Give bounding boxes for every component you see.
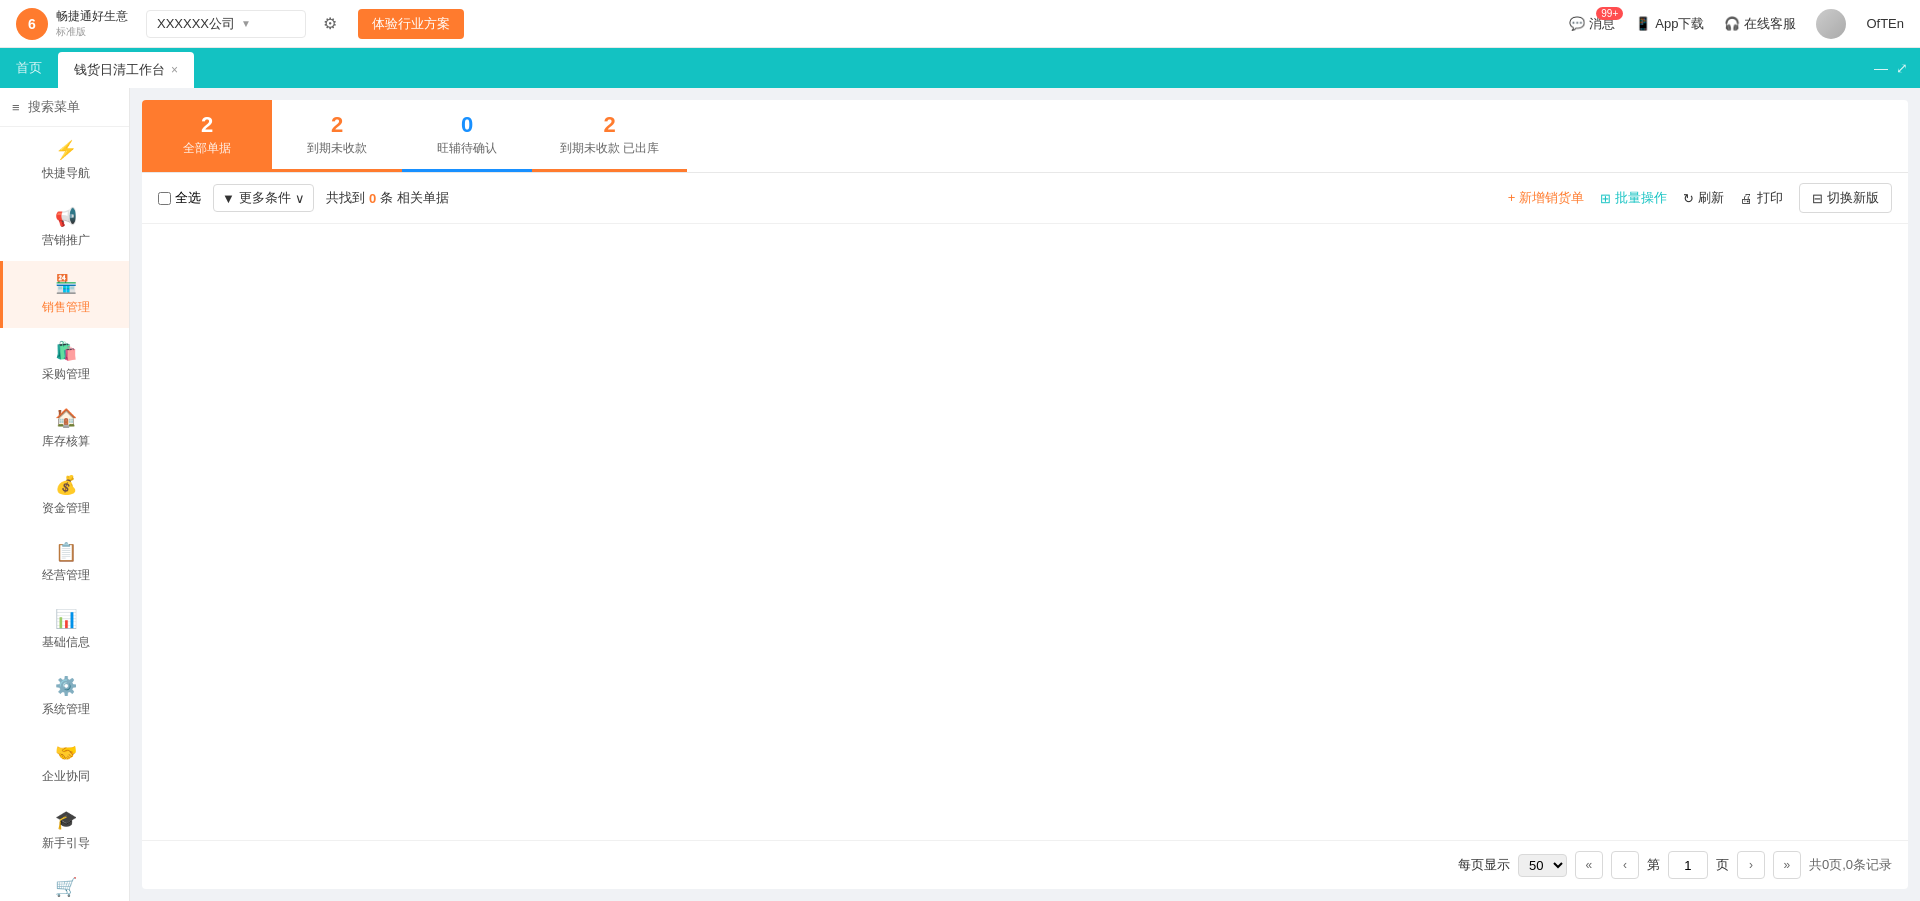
add-sale-btn[interactable]: + 新增销货单 bbox=[1508, 189, 1584, 207]
messages-badge: 99+ bbox=[1596, 7, 1623, 20]
switch-icon: ⊟ bbox=[1812, 191, 1823, 206]
sidebar-item-marketing[interactable]: 📢 营销推广 bbox=[0, 194, 129, 261]
tab-maximize-btn[interactable]: ⤢ bbox=[1896, 60, 1908, 76]
message-icon: 💬 bbox=[1569, 16, 1585, 31]
stat-number-pending: 0 bbox=[461, 112, 473, 138]
content-inner: 2 全部单据 2 到期未收款 0 旺辅待确认 2 到期未收款 已出库 bbox=[142, 100, 1908, 889]
finance-icon: 💰 bbox=[55, 474, 77, 496]
stat-tab-overdue[interactable]: 2 到期未收款 bbox=[272, 100, 402, 172]
sidebar-item-app-center[interactable]: 🛒 应用中心 bbox=[0, 864, 129, 901]
system-icon: ⚙️ bbox=[55, 675, 77, 697]
company-selector[interactable]: XXXXXX公司 ▼ bbox=[146, 10, 306, 38]
first-page-btn[interactable]: « bbox=[1575, 851, 1603, 879]
quick-nav-icon: ⚡ bbox=[55, 139, 77, 161]
stats-tabs: 2 全部单据 2 到期未收款 0 旺辅待确认 2 到期未收款 已出库 bbox=[142, 100, 1908, 173]
prev-page-btn[interactable]: ‹ bbox=[1611, 851, 1639, 879]
stat-label-overdue: 到期未收款 bbox=[307, 140, 367, 157]
tab-close-btn[interactable]: × bbox=[171, 63, 178, 77]
app-download-btn[interactable]: 📱 App下载 bbox=[1635, 15, 1704, 33]
cooperation-icon: 🤝 bbox=[55, 742, 77, 764]
page-total: 共0页,0条记录 bbox=[1809, 856, 1892, 874]
content-area: 2 全部单据 2 到期未收款 0 旺辅待确认 2 到期未收款 已出库 bbox=[130, 88, 1920, 901]
user-name[interactable]: OfTEn bbox=[1866, 16, 1904, 31]
print-icon: 🖨 bbox=[1740, 191, 1753, 206]
last-page-btn[interactable]: » bbox=[1773, 851, 1801, 879]
sidebar-item-cooperation[interactable]: 🤝 企业协同 bbox=[0, 730, 129, 797]
table-area bbox=[142, 224, 1908, 840]
refresh-icon: ↻ bbox=[1683, 191, 1694, 206]
purchase-icon: 🛍️ bbox=[55, 340, 77, 362]
page-number-input[interactable] bbox=[1668, 851, 1708, 879]
toolbar-right: + 新增销货单 ⊞ 批量操作 ↻ 刷新 🖨 打印 ⊟ bbox=[1508, 183, 1892, 213]
print-btn[interactable]: 🖨 打印 bbox=[1740, 189, 1783, 207]
next-page-btn[interactable]: › bbox=[1737, 851, 1765, 879]
stat-label-pending: 旺辅待确认 bbox=[437, 140, 497, 157]
found-count: 0 bbox=[369, 191, 376, 206]
online-service-btn[interactable]: 🎧 在线客服 bbox=[1724, 15, 1796, 33]
stat-number-all: 2 bbox=[201, 112, 213, 138]
stat-number-shipped: 2 bbox=[604, 112, 616, 138]
header-right: 💬 消息 99+ 📱 App下载 🎧 在线客服 OfTEn bbox=[1569, 9, 1904, 39]
filter-dropdown-icon: ∨ bbox=[295, 191, 305, 206]
sidebar-search[interactable]: ≡ 搜索菜单 bbox=[0, 88, 129, 127]
sidebar-item-quick-nav[interactable]: ⚡ 快捷导航 bbox=[0, 127, 129, 194]
marketing-icon: 📢 bbox=[55, 206, 77, 228]
toolbar: 全选 ▼ 更多条件 ∨ 共找到 0 条 相关单据 + 新增销货单 ⊞ bbox=[142, 173, 1908, 224]
filter-icon: ▼ bbox=[222, 191, 235, 206]
logo-area: 6 畅捷通好生意 标准版 bbox=[16, 8, 146, 40]
refresh-btn[interactable]: ↻ 刷新 bbox=[1683, 189, 1724, 207]
top-header: 6 畅捷通好生意 标准版 XXXXXX公司 ▼ ⚙ 体验行业方案 💬 消息 99… bbox=[0, 0, 1920, 48]
avatar-image bbox=[1816, 9, 1846, 39]
tab-bar-actions: — ⤢ bbox=[1874, 60, 1920, 76]
logo-icon: 6 bbox=[16, 8, 48, 40]
sidebar-item-basic-info[interactable]: 📊 基础信息 bbox=[0, 596, 129, 663]
guide-icon: 🎓 bbox=[55, 809, 77, 831]
pagination: 每页显示 50 « ‹ 第 页 › » 共0页,0条记录 bbox=[142, 840, 1908, 889]
found-info: 共找到 0 条 相关单据 bbox=[326, 189, 449, 207]
checkbox-input[interactable] bbox=[158, 192, 171, 205]
stat-number-overdue: 2 bbox=[331, 112, 343, 138]
filter-button[interactable]: ▼ 更多条件 ∨ bbox=[213, 184, 314, 212]
sales-icon: 🏪 bbox=[55, 273, 77, 295]
tab-bar: 首页 钱货日清工作台 × — ⤢ bbox=[0, 48, 1920, 88]
page-size-select[interactable]: 50 bbox=[1518, 854, 1567, 877]
sidebar: ≡ 搜索菜单 ⚡ 快捷导航 📢 营销推广 🏪 销售管理 🛍️ 采购管理 🏠 库存… bbox=[0, 88, 130, 901]
basic-info-icon: 📊 bbox=[55, 608, 77, 630]
switch-version-btn[interactable]: ⊟ 切换新版 bbox=[1799, 183, 1892, 213]
experience-btn[interactable]: 体验行业方案 bbox=[358, 9, 464, 39]
logo-text: 畅捷通好生意 标准版 bbox=[56, 9, 128, 38]
sidebar-item-finance[interactable]: 💰 资金管理 bbox=[0, 462, 129, 529]
stat-tab-all[interactable]: 2 全部单据 bbox=[142, 100, 272, 172]
stat-tab-shipped[interactable]: 2 到期未收款 已出库 bbox=[532, 100, 687, 172]
tab-minimize-btn[interactable]: — bbox=[1874, 60, 1888, 76]
sidebar-item-purchase[interactable]: 🛍️ 采购管理 bbox=[0, 328, 129, 395]
operations-icon: 📋 bbox=[55, 541, 77, 563]
settings-button[interactable]: ⚙ bbox=[314, 8, 346, 40]
batch-action-btn[interactable]: ⊞ 批量操作 bbox=[1600, 189, 1667, 207]
dropdown-arrow-icon: ▼ bbox=[241, 18, 251, 29]
stat-label-shipped: 到期未收款 已出库 bbox=[560, 140, 659, 157]
sidebar-item-inventory[interactable]: 🏠 库存核算 bbox=[0, 395, 129, 462]
tab-home[interactable]: 首页 bbox=[0, 48, 58, 88]
sidebar-item-operations[interactable]: 📋 经营管理 bbox=[0, 529, 129, 596]
select-all-checkbox[interactable]: 全选 bbox=[158, 189, 201, 207]
inventory-icon: 🏠 bbox=[55, 407, 77, 429]
app-center-icon: 🛒 bbox=[55, 876, 77, 898]
service-icon: 🎧 bbox=[1724, 16, 1740, 31]
avatar[interactable] bbox=[1816, 9, 1846, 39]
download-icon: 📱 bbox=[1635, 16, 1651, 31]
batch-icon: ⊞ bbox=[1600, 191, 1611, 206]
messages-btn[interactable]: 💬 消息 99+ bbox=[1569, 15, 1615, 33]
sidebar-item-system[interactable]: ⚙️ 系统管理 bbox=[0, 663, 129, 730]
stat-label-all: 全部单据 bbox=[183, 140, 231, 157]
sidebar-item-sales[interactable]: 🏪 销售管理 bbox=[0, 261, 129, 328]
sidebar-item-guide[interactable]: 🎓 新手引导 bbox=[0, 797, 129, 864]
main-layout: ≡ 搜索菜单 ⚡ 快捷导航 📢 营销推广 🏪 销售管理 🛍️ 采购管理 🏠 库存… bbox=[0, 88, 1920, 901]
search-icon: ≡ bbox=[12, 100, 20, 115]
stat-tab-pending[interactable]: 0 旺辅待确认 bbox=[402, 100, 532, 172]
tab-daily-cash[interactable]: 钱货日清工作台 × bbox=[58, 52, 194, 88]
